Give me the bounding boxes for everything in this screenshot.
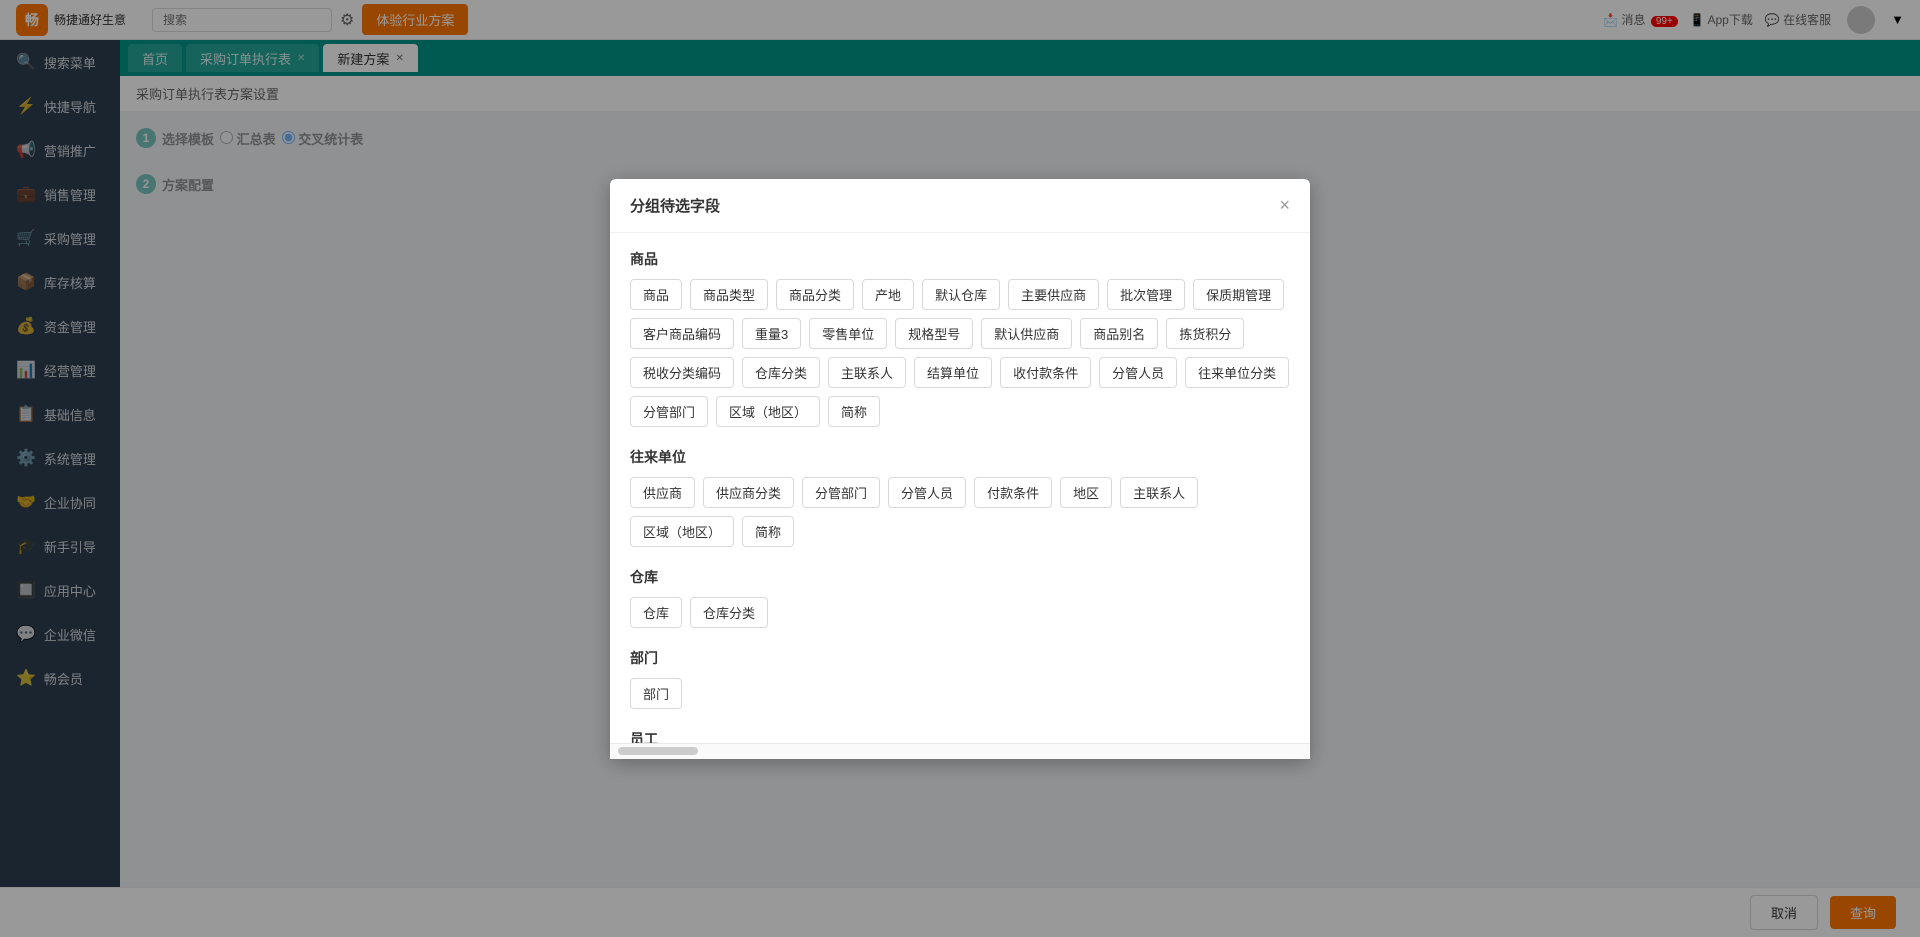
section-warehouse-title: 仓库 (630, 567, 1290, 587)
field-tag[interactable]: 仓库分类 (742, 357, 820, 388)
modal-title: 分组待选字段 (630, 195, 720, 216)
modal-horizontal-scrollbar[interactable] (610, 743, 1310, 759)
field-tag[interactable]: 仓库分类 (690, 597, 768, 628)
field-tag[interactable]: 主要供应商 (1008, 279, 1099, 310)
modal-close-button[interactable]: × (1279, 195, 1290, 216)
product-field-tags: 商品 商品类型 商品分类 产地 默认仓库 主要供应商 批次管理 保质期管理 客户… (630, 279, 1290, 427)
field-tag[interactable]: 地区 (1060, 477, 1112, 508)
field-tag[interactable]: 区域（地区） (716, 396, 820, 427)
dept-field-tags: 部门 (630, 678, 1290, 709)
section-staff-title: 员工 (630, 729, 1290, 743)
warehouse-field-tags: 仓库 仓库分类 (630, 597, 1290, 628)
field-tag[interactable]: 往来单位分类 (1185, 357, 1289, 388)
modal-body[interactable]: 商品 商品 商品类型 商品分类 产地 默认仓库 主要供应商 批次管理 保质期管理… (610, 233, 1310, 743)
section-staff: 员工 业务员 (630, 729, 1290, 743)
field-tag[interactable]: 分管部门 (802, 477, 880, 508)
field-tag[interactable]: 付款条件 (974, 477, 1052, 508)
partner-field-tags: 供应商 供应商分类 分管部门 分管人员 付款条件 地区 主联系人 区域（地区） … (630, 477, 1290, 547)
field-tag[interactable]: 商品 (630, 279, 682, 310)
section-partner-title: 往来单位 (630, 447, 1290, 467)
field-tag[interactable]: 零售单位 (809, 318, 887, 349)
field-tag[interactable]: 供应商分类 (703, 477, 794, 508)
field-tag[interactable]: 重量3 (742, 318, 801, 349)
field-tag[interactable]: 税收分类编码 (630, 357, 734, 388)
section-partner: 往来单位 供应商 供应商分类 分管部门 分管人员 付款条件 地区 主联系人 区域… (630, 447, 1290, 547)
field-tag[interactable]: 分管人员 (1099, 357, 1177, 388)
field-tag[interactable]: 默认供应商 (981, 318, 1072, 349)
field-tag[interactable]: 结算单位 (914, 357, 992, 388)
section-product-title: 商品 (630, 249, 1290, 269)
field-tag[interactable]: 部门 (630, 678, 682, 709)
field-tag[interactable]: 供应商 (630, 477, 695, 508)
field-tag[interactable]: 批次管理 (1107, 279, 1185, 310)
section-warehouse: 仓库 仓库 仓库分类 (630, 567, 1290, 628)
field-tag[interactable]: 收付款条件 (1000, 357, 1091, 388)
section-dept: 部门 部门 (630, 648, 1290, 709)
field-tag[interactable]: 客户商品编码 (630, 318, 734, 349)
field-tag[interactable]: 简称 (828, 396, 880, 427)
field-tag[interactable]: 默认仓库 (922, 279, 1000, 310)
field-tag[interactable]: 拣货积分 (1166, 318, 1244, 349)
field-tag[interactable]: 商品类型 (690, 279, 768, 310)
modal-overlay: 分组待选字段 × 商品 商品 商品类型 商品分类 产地 默认仓库 主要供应商 批… (0, 0, 1920, 937)
field-tag[interactable]: 保质期管理 (1193, 279, 1284, 310)
section-product: 商品 商品 商品类型 商品分类 产地 默认仓库 主要供应商 批次管理 保质期管理… (630, 249, 1290, 427)
field-tag[interactable]: 简称 (742, 516, 794, 547)
field-tag[interactable]: 分管人员 (888, 477, 966, 508)
field-tag[interactable]: 主联系人 (828, 357, 906, 388)
field-tag[interactable]: 主联系人 (1120, 477, 1198, 508)
field-tag[interactable]: 产地 (862, 279, 914, 310)
field-select-modal: 分组待选字段 × 商品 商品 商品类型 商品分类 产地 默认仓库 主要供应商 批… (610, 179, 1310, 759)
field-tag[interactable]: 规格型号 (895, 318, 973, 349)
modal-header: 分组待选字段 × (610, 179, 1310, 233)
field-tag[interactable]: 分管部门 (630, 396, 708, 427)
field-tag[interactable]: 仓库 (630, 597, 682, 628)
field-tag[interactable]: 商品别名 (1080, 318, 1158, 349)
field-tag[interactable]: 商品分类 (776, 279, 854, 310)
field-tag[interactable]: 区域（地区） (630, 516, 734, 547)
section-dept-title: 部门 (630, 648, 1290, 668)
